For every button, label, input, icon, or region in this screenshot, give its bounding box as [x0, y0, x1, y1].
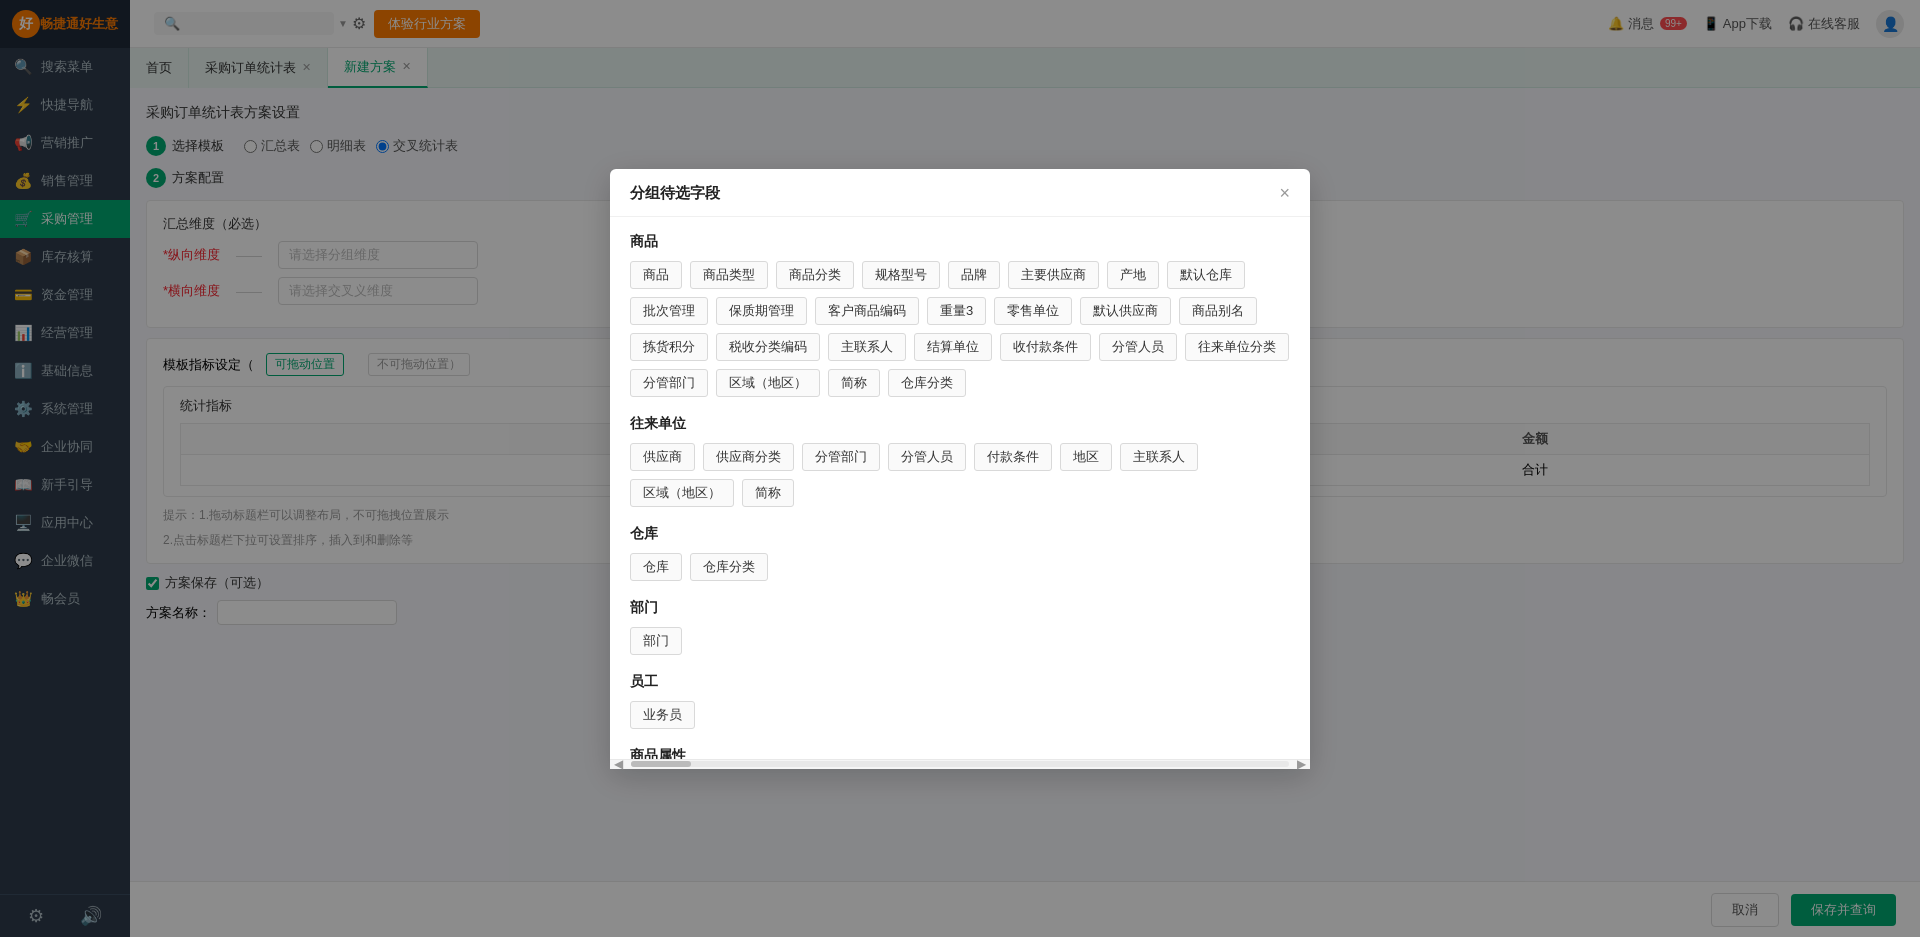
field-tag-0-8[interactable]: 批次管理: [630, 297, 708, 325]
field-tag-1-3[interactable]: 分管人员: [888, 443, 966, 471]
field-tag-0-7[interactable]: 默认仓库: [1167, 261, 1245, 289]
field-tag-0-14[interactable]: 商品别名: [1179, 297, 1257, 325]
field-tag-1-1[interactable]: 供应商分类: [703, 443, 794, 471]
modal-close-button[interactable]: ×: [1279, 183, 1290, 204]
field-tag-0-2[interactable]: 商品分类: [776, 261, 854, 289]
field-tag-0-4[interactable]: 品牌: [948, 261, 1000, 289]
field-tag-0-0[interactable]: 商品: [630, 261, 682, 289]
modal-body: 商品商品商品类型商品分类规格型号品牌主要供应商产地默认仓库批次管理保质期管理客户…: [610, 217, 1310, 759]
field-tags-2: 仓库仓库分类: [630, 553, 1290, 581]
field-tag-0-13[interactable]: 默认供应商: [1080, 297, 1171, 325]
modal: 分组待选字段 × 商品商品商品类型商品分类规格型号品牌主要供应商产地默认仓库批次…: [610, 169, 1310, 769]
field-tags-1: 供应商供应商分类分管部门分管人员付款条件地区主联系人区域（地区） 简称: [630, 443, 1290, 507]
field-tag-1-2[interactable]: 分管部门: [802, 443, 880, 471]
field-tag-2-0[interactable]: 仓库: [630, 553, 682, 581]
field-tags-3: 部门: [630, 627, 1290, 655]
field-tag-0-15[interactable]: 拣货积分: [630, 333, 708, 361]
field-section-5: 商品属性属性颜色多规格尺码鞋码1: [630, 747, 1290, 759]
field-tag-0-16[interactable]: 税收分类编码: [716, 333, 820, 361]
hscroll-left-arrow[interactable]: ◀: [610, 757, 627, 771]
field-tag-1-5[interactable]: 地区: [1060, 443, 1112, 471]
hscroll-right-arrow[interactable]: ▶: [1293, 757, 1310, 771]
field-tag-0-21[interactable]: 往来单位分类: [1185, 333, 1289, 361]
modal-title: 分组待选字段: [630, 184, 720, 203]
section-title-5: 商品属性: [630, 747, 1290, 759]
hscroll-thumb: [631, 761, 691, 767]
field-tag-1-6[interactable]: 主联系人: [1120, 443, 1198, 471]
modal-overlay: 分组待选字段 × 商品商品商品类型商品分类规格型号品牌主要供应商产地默认仓库批次…: [0, 0, 1920, 937]
field-tag-0-18[interactable]: 结算单位: [914, 333, 992, 361]
field-section-3: 部门部门: [630, 599, 1290, 655]
section-title-1: 往来单位: [630, 415, 1290, 433]
field-tag-0-5[interactable]: 主要供应商: [1008, 261, 1099, 289]
field-tag-0-19[interactable]: 收付款条件: [1000, 333, 1091, 361]
field-tag-0-12[interactable]: 零售单位: [994, 297, 1072, 325]
field-section-2: 仓库仓库仓库分类: [630, 525, 1290, 581]
field-tag-4-0[interactable]: 业务员: [630, 701, 695, 729]
field-tag-1-8[interactable]: 简称: [742, 479, 794, 507]
field-tag-1-0[interactable]: 供应商: [630, 443, 695, 471]
section-title-3: 部门: [630, 599, 1290, 617]
field-tag-2-1[interactable]: 仓库分类: [690, 553, 768, 581]
hscroll-track: [631, 761, 1289, 767]
field-tag-0-25[interactable]: 仓库分类: [888, 369, 966, 397]
field-tag-3-0[interactable]: 部门: [630, 627, 682, 655]
section-title-0: 商品: [630, 233, 1290, 251]
field-tag-0-17[interactable]: 主联系人: [828, 333, 906, 361]
field-tag-0-3[interactable]: 规格型号: [862, 261, 940, 289]
field-section-0: 商品商品商品类型商品分类规格型号品牌主要供应商产地默认仓库批次管理保质期管理客户…: [630, 233, 1290, 397]
field-tag-0-1[interactable]: 商品类型: [690, 261, 768, 289]
field-section-4: 员工业务员: [630, 673, 1290, 729]
field-tag-0-11[interactable]: 重量3: [927, 297, 986, 325]
field-tag-0-20[interactable]: 分管人员: [1099, 333, 1177, 361]
section-title-4: 员工: [630, 673, 1290, 691]
modal-hscroll: ◀ ▶: [610, 759, 1310, 769]
section-title-2: 仓库: [630, 525, 1290, 543]
field-tag-0-24[interactable]: 简称: [828, 369, 880, 397]
field-tag-1-7[interactable]: 区域（地区）: [630, 479, 734, 507]
field-tag-1-4[interactable]: 付款条件: [974, 443, 1052, 471]
field-tags-0: 商品商品类型商品分类规格型号品牌主要供应商产地默认仓库批次管理保质期管理客户商品…: [630, 261, 1290, 397]
field-tag-0-10[interactable]: 客户商品编码: [815, 297, 919, 325]
field-section-1: 往来单位供应商供应商分类分管部门分管人员付款条件地区主联系人区域（地区） 简称: [630, 415, 1290, 507]
field-tag-0-23[interactable]: 区域（地区）: [716, 369, 820, 397]
modal-header: 分组待选字段 ×: [610, 169, 1310, 217]
field-tag-0-22[interactable]: 分管部门: [630, 369, 708, 397]
field-tag-0-6[interactable]: 产地: [1107, 261, 1159, 289]
field-tag-0-9[interactable]: 保质期管理: [716, 297, 807, 325]
field-tags-4: 业务员: [630, 701, 1290, 729]
